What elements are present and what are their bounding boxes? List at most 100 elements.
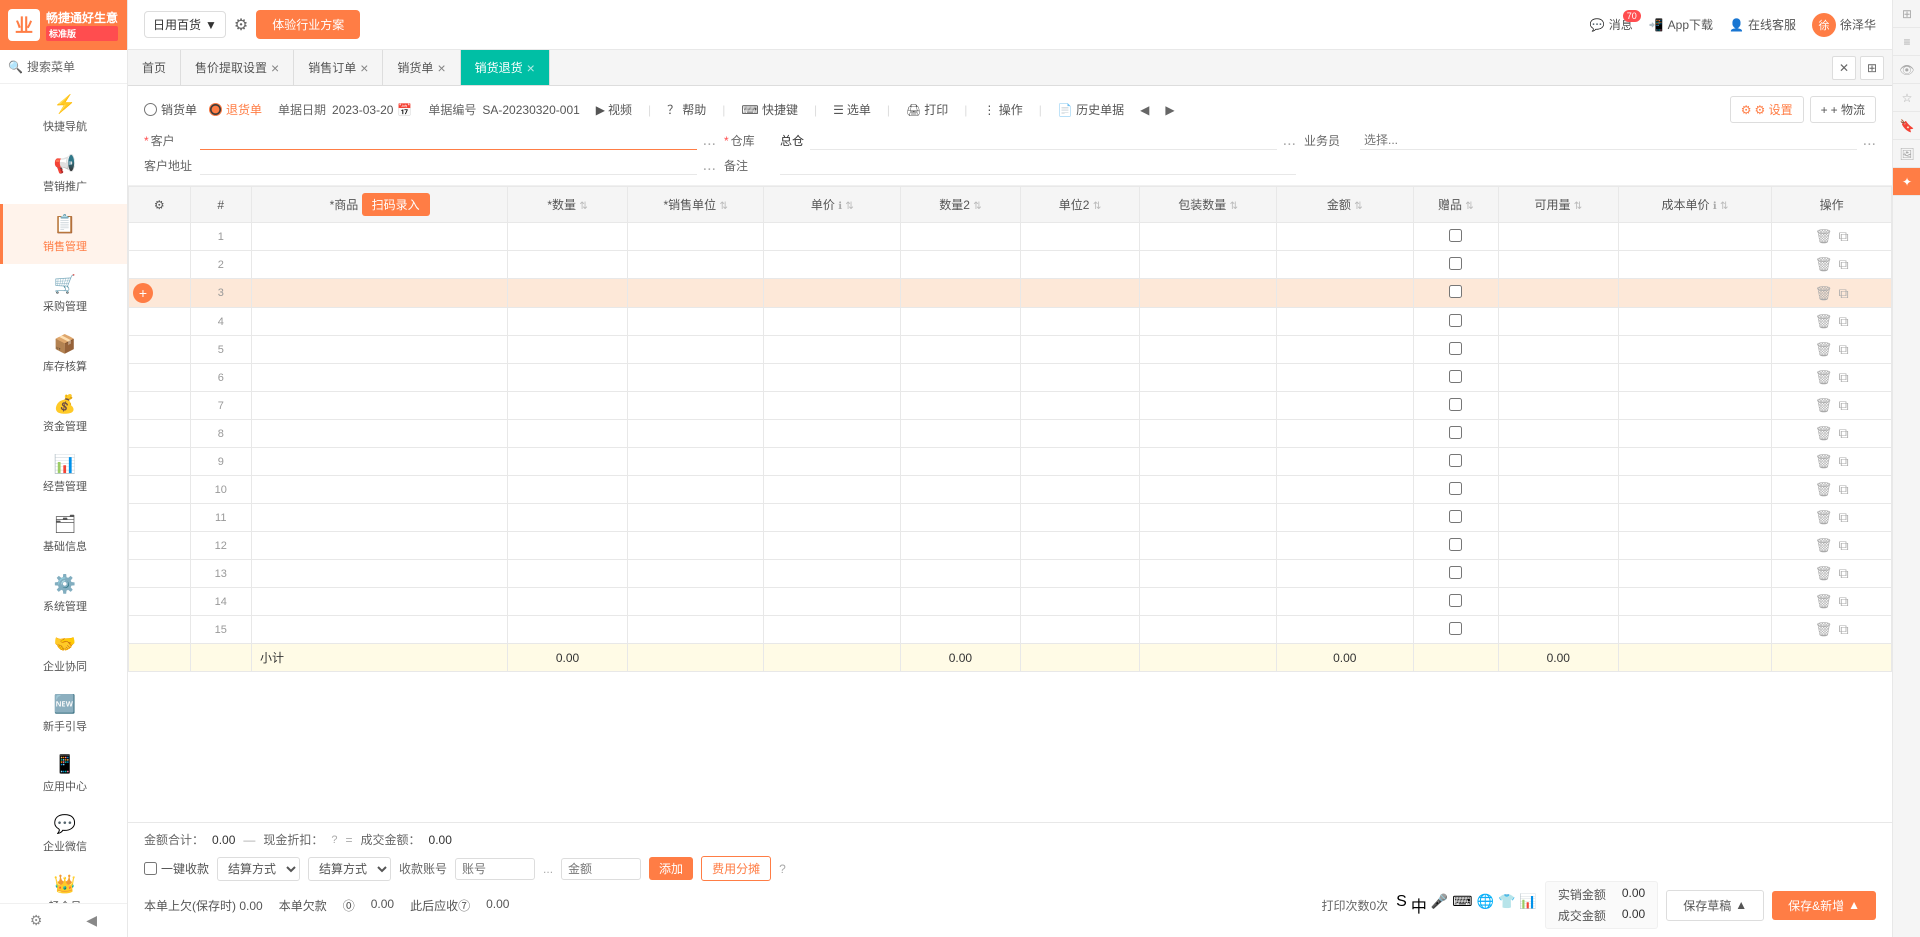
pkg-cell[interactable] xyxy=(1140,251,1277,279)
pkg-cell[interactable] xyxy=(1140,420,1277,448)
unit2-cell[interactable] xyxy=(1020,616,1140,644)
cost-cell[interactable] xyxy=(1618,476,1772,504)
delete-icon[interactable]: 🗑 xyxy=(1815,565,1833,582)
qty-cell[interactable] xyxy=(508,336,628,364)
right-icon-image[interactable]: 🖼 xyxy=(1893,140,1920,168)
amount-cell[interactable] xyxy=(1276,420,1413,448)
avail-cell[interactable] xyxy=(1499,588,1619,616)
amount-cell[interactable] xyxy=(1276,504,1413,532)
qty2-cell[interactable] xyxy=(901,336,1021,364)
cost-cell[interactable] xyxy=(1618,448,1772,476)
right-icon-bookmark[interactable]: 🔖 xyxy=(1893,112,1920,140)
price-cell[interactable] xyxy=(764,364,901,392)
right-icon-table-list[interactable]: ≡ xyxy=(1893,28,1920,56)
gift-cell[interactable] xyxy=(1413,588,1498,616)
unit2-cell[interactable] xyxy=(1020,560,1140,588)
pkg-cell[interactable] xyxy=(1140,223,1277,251)
avail-cell[interactable] xyxy=(1499,476,1619,504)
product-cell[interactable] xyxy=(252,560,508,588)
cost-cell[interactable] xyxy=(1618,560,1772,588)
cost-cell[interactable] xyxy=(1618,336,1772,364)
account-input[interactable] xyxy=(455,858,535,880)
qty-cell[interactable] xyxy=(508,476,628,504)
avail-cell[interactable] xyxy=(1499,336,1619,364)
product-cell[interactable] xyxy=(252,476,508,504)
product-cell[interactable] xyxy=(252,251,508,279)
qty2-cell[interactable] xyxy=(901,616,1021,644)
product-input[interactable] xyxy=(256,455,503,469)
product-input[interactable] xyxy=(256,371,503,385)
customer-input[interactable] xyxy=(200,131,697,150)
sidebar-collapse-btn[interactable]: ◀ xyxy=(86,912,97,929)
delete-icon[interactable]: 🗑 xyxy=(1815,285,1833,302)
action-print[interactable]: 🖨 打印 xyxy=(906,101,948,118)
copy-icon[interactable]: ⧉ xyxy=(1839,228,1849,245)
customer-dots[interactable]: ... xyxy=(703,132,716,150)
unit-cell[interactable] xyxy=(627,504,764,532)
pkg-cell[interactable] xyxy=(1140,504,1277,532)
gift-cell[interactable] xyxy=(1413,476,1498,504)
gift-checkbox[interactable] xyxy=(1449,594,1462,607)
amount-cell[interactable] xyxy=(1276,336,1413,364)
close-tab-btn[interactable]: ✕ xyxy=(1832,56,1856,80)
tab-close-icon[interactable]: × xyxy=(271,60,279,76)
copy-icon[interactable]: ⧉ xyxy=(1839,593,1849,610)
sidebar-item-inventory[interactable]: 📦 库存核算 xyxy=(0,324,127,384)
copy-icon[interactable]: ⧉ xyxy=(1839,397,1849,414)
sidebar-settings-btn[interactable]: ⚙ xyxy=(30,912,43,929)
gift-cell[interactable] xyxy=(1413,223,1498,251)
pkg-cell[interactable] xyxy=(1140,336,1277,364)
tab-close-icon[interactable]: × xyxy=(437,60,445,76)
copy-icon[interactable]: ⧉ xyxy=(1839,537,1849,554)
qty2-cell[interactable] xyxy=(901,364,1021,392)
search-menu[interactable]: 🔍 搜索菜单 xyxy=(0,50,127,84)
salesperson-dots[interactable]: ... xyxy=(1863,132,1876,150)
avail-cell[interactable] xyxy=(1499,448,1619,476)
amount-cell[interactable] xyxy=(1276,616,1413,644)
tab-close-icon[interactable]: × xyxy=(527,60,535,76)
dropdown-arrow2[interactable]: ▲ xyxy=(1848,898,1860,912)
product-cell[interactable] xyxy=(252,392,508,420)
copy-icon[interactable]: ⧉ xyxy=(1839,425,1849,442)
qty-cell[interactable] xyxy=(508,448,628,476)
qty2-cell[interactable] xyxy=(901,448,1021,476)
price-cell[interactable] xyxy=(764,532,901,560)
amount-cell[interactable] xyxy=(1276,251,1413,279)
gift-checkbox[interactable] xyxy=(1449,342,1462,355)
sidebar-item-operation[interactable]: 📊 经营管理 xyxy=(0,444,127,504)
col-settings[interactable]: ⚙ xyxy=(129,187,191,223)
right-icon-eye[interactable]: 👁 xyxy=(1893,56,1920,84)
unit2-cell[interactable] xyxy=(1020,279,1140,308)
sidebar-item-basic[interactable]: 🗂 基础信息 xyxy=(0,504,127,564)
delete-icon[interactable]: 🗑 xyxy=(1815,621,1833,638)
pkg-cell[interactable] xyxy=(1140,560,1277,588)
copy-icon[interactable]: ⧉ xyxy=(1839,256,1849,273)
amount-cell[interactable] xyxy=(1276,448,1413,476)
delete-icon[interactable]: 🗑 xyxy=(1815,369,1833,386)
sidebar-item-purchase[interactable]: 🛒 采购管理 xyxy=(0,264,127,324)
pkg-cell[interactable] xyxy=(1140,476,1277,504)
qty-cell[interactable] xyxy=(508,392,628,420)
nav-next-icon[interactable]: ▶ xyxy=(1165,103,1174,117)
qty2-cell[interactable] xyxy=(901,279,1021,308)
product-cell[interactable] xyxy=(252,223,508,251)
module-select[interactable]: 日用百货 ▼ xyxy=(144,11,226,38)
avail-cell[interactable] xyxy=(1499,223,1619,251)
qty2-cell[interactable] xyxy=(901,420,1021,448)
cost-cell[interactable] xyxy=(1618,504,1772,532)
qty2-cell[interactable] xyxy=(901,532,1021,560)
sidebar-item-sales[interactable]: 📋 销售管理 xyxy=(0,204,127,264)
product-input[interactable] xyxy=(256,623,503,637)
product-input[interactable] xyxy=(256,427,503,441)
sidebar-item-system[interactable]: ⚙️ 系统管理 xyxy=(0,564,127,624)
qty-cell[interactable] xyxy=(508,560,628,588)
delete-icon[interactable]: 🗑 xyxy=(1815,256,1833,273)
gift-cell[interactable] xyxy=(1413,251,1498,279)
unit2-cell[interactable] xyxy=(1020,392,1140,420)
unit-cell[interactable] xyxy=(627,588,764,616)
sidebar-item-member[interactable]: 👑 畅会员 xyxy=(0,864,127,903)
qty-cell[interactable] xyxy=(508,308,628,336)
amount-cell[interactable] xyxy=(1276,476,1413,504)
warehouse-dots[interactable]: ... xyxy=(1283,132,1296,150)
price-cell[interactable] xyxy=(764,476,901,504)
